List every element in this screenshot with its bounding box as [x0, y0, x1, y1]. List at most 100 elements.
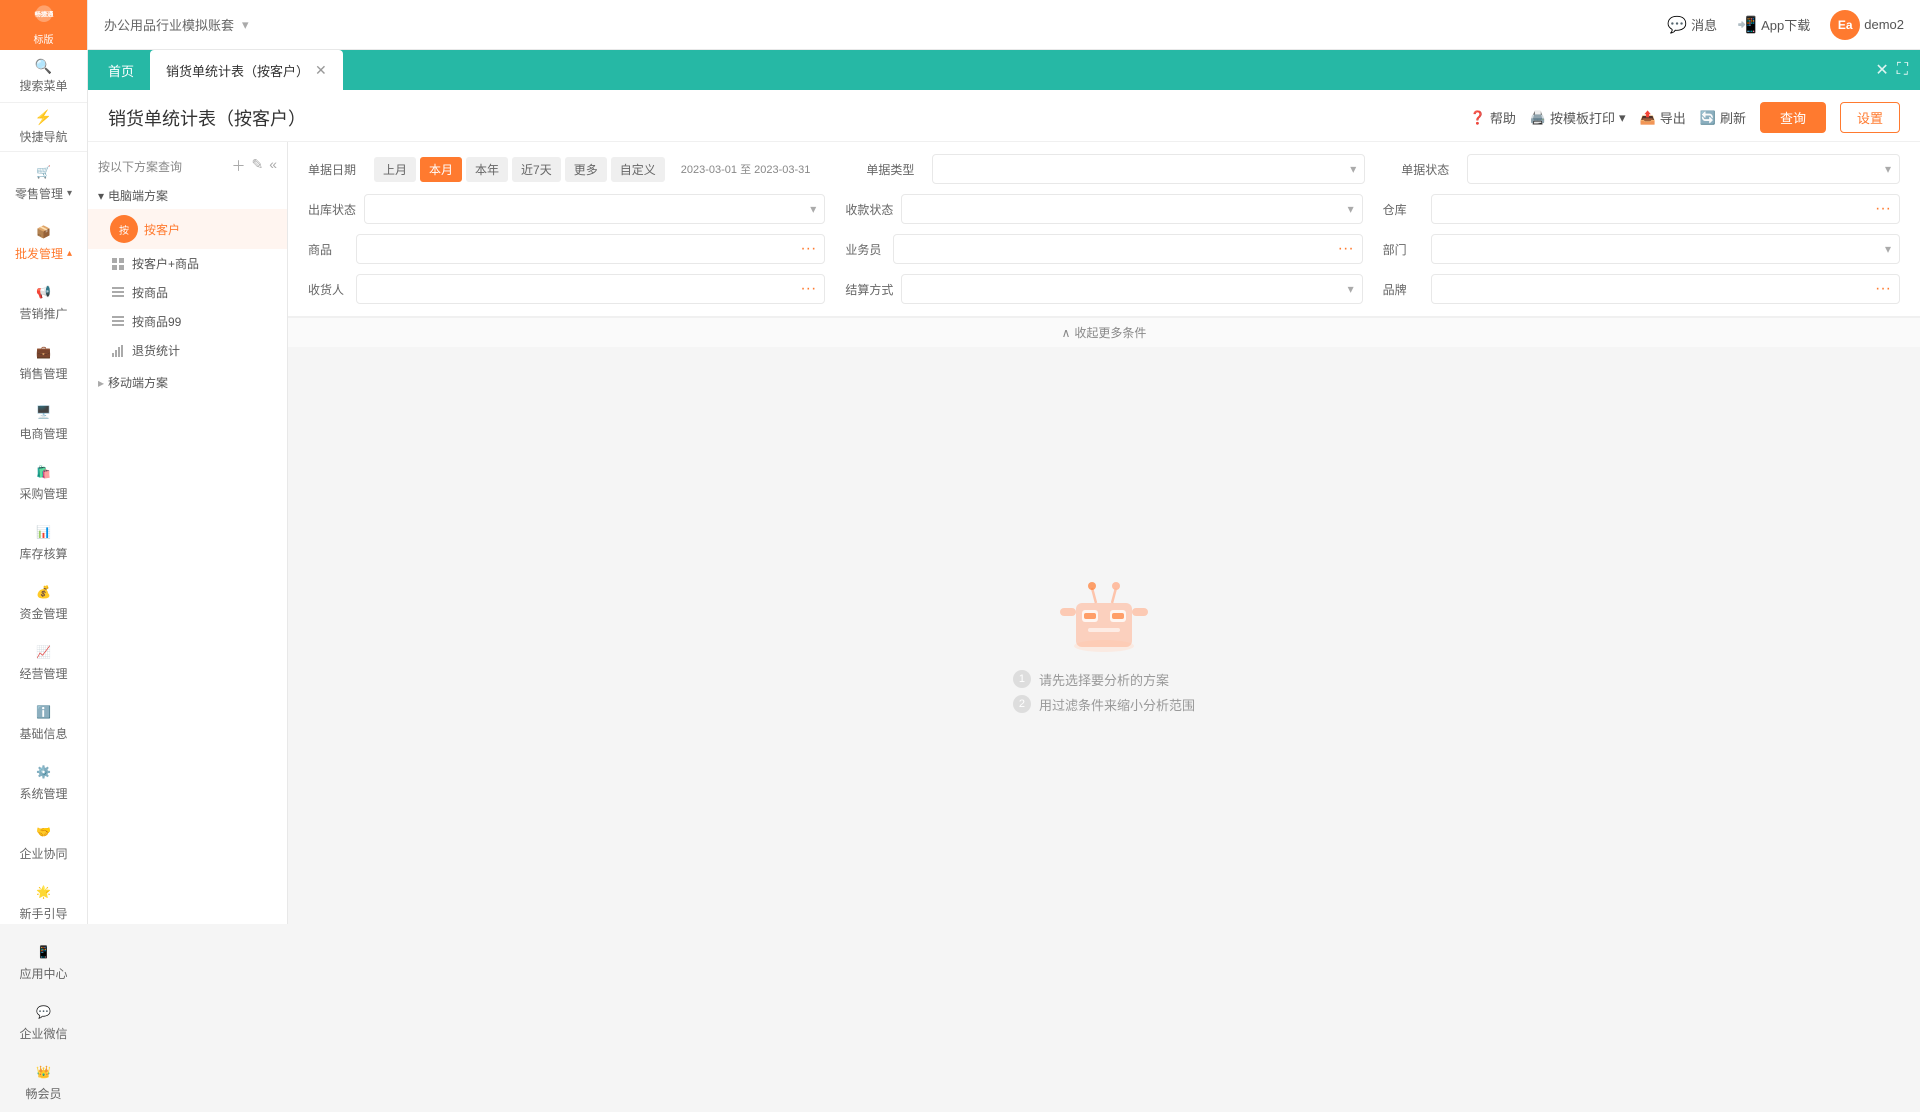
goods-cell: 商品 ···	[308, 234, 825, 264]
tab-bar: 首页 销货单统计表（按客户） ✕ ✕ ⛶	[88, 50, 1920, 90]
date-btn-this-year[interactable]: 本年	[466, 157, 508, 182]
empty-hint-2: 2 用过滤条件来缩小分析范围	[1013, 695, 1195, 714]
settlement-chevron-icon: ▾	[1348, 282, 1354, 296]
return-stats-icon	[110, 343, 126, 359]
brand-label: 品牌	[1383, 281, 1423, 298]
sidebar-item-inventory[interactable]: 📊 库存核算	[0, 512, 87, 572]
settings-btn[interactable]: 设置	[1840, 102, 1900, 133]
app-download-btn[interactable]: 📲 App下载	[1737, 15, 1810, 35]
empty-hint-1: 1 请先选择要分析的方案	[1013, 670, 1195, 689]
sidebar-item-ecommerce[interactable]: 🖥️ 电商管理	[0, 392, 87, 452]
date-btn-more[interactable]: 更多	[565, 157, 607, 182]
department-select[interactable]: ▾	[1431, 234, 1900, 264]
order-type-select[interactable]: ▾	[932, 154, 1365, 184]
settlement-select[interactable]: ▾	[901, 274, 1362, 304]
sidebar-item-marketing[interactable]: 📢 营销推广	[0, 272, 87, 332]
sidebar-item-enterprise[interactable]: 🤝 企业协同	[0, 812, 87, 872]
empty-state: 1 请先选择要分析的方案 2 用过滤条件来缩小分析范围	[288, 347, 1920, 924]
sidebar-item-basic[interactable]: ℹ️ 基础信息	[0, 692, 87, 752]
industry-label: 办公用品行业模拟账套	[104, 15, 234, 34]
receiver-select[interactable]: ···	[356, 274, 825, 304]
salesperson-select[interactable]: ···	[893, 234, 1362, 264]
scheme-item-by-goods-99[interactable]: 按商品99	[88, 307, 287, 336]
brand-cell: 品牌 ···	[1383, 274, 1900, 304]
enterprise-wechat-icon: 💬	[34, 1002, 54, 1022]
warehouse-label: 仓库	[1383, 201, 1423, 218]
sidebar-item-operation[interactable]: 📈 经营管理	[0, 632, 87, 692]
date-btn-last-7-days[interactable]: 近7天	[512, 157, 561, 182]
empty-hints: 1 请先选择要分析的方案 2 用过滤条件来缩小分析范围	[1013, 670, 1195, 714]
order-type-label: 单据类型	[866, 161, 916, 178]
filter-area: 单据日期 上月 本月 本年 近7天 更多 自定义 2023-03-01 至 20…	[288, 142, 1920, 317]
tab-close-btn[interactable]: ✕	[315, 62, 327, 79]
sidebar-item-quick-nav[interactable]: ⚡ 快捷导航	[0, 103, 87, 152]
header-right: 💬 消息 📲 App下载 Ea demo2	[1667, 10, 1904, 40]
sidebar-item-finance[interactable]: 💰 资金管理	[0, 572, 87, 632]
sidebar-item-search[interactable]: 🔍 搜索菜单	[0, 50, 87, 103]
industry-dropdown-btn[interactable]: ▾	[242, 17, 249, 33]
collapse-icon: ∧	[1062, 326, 1071, 340]
scheme-item-by-customer[interactable]: 按 按客户	[88, 209, 287, 249]
date-btn-last-month[interactable]: 上月	[374, 157, 416, 182]
receiver-dots-icon: ···	[800, 280, 816, 298]
order-status-select[interactable]: ▾	[1467, 154, 1900, 184]
filter-row-2: 出库状态 ▾ 收款状态 ▾ 仓库	[308, 194, 1900, 224]
out-status-select[interactable]: ▾	[364, 194, 825, 224]
sidebar-item-newbie[interactable]: 🌟 新手引导	[0, 872, 87, 932]
date-btn-custom[interactable]: 自定义	[611, 157, 665, 182]
tab-home[interactable]: 首页	[92, 50, 150, 90]
date-btn-this-month[interactable]: 本月	[420, 157, 462, 182]
avatar: Ea	[1830, 10, 1860, 40]
sidebar-item-sales[interactable]: 💼 销售管理	[0, 332, 87, 392]
query-btn[interactable]: 查询	[1760, 102, 1826, 133]
date-filter-row: 单据日期 上月 本月 本年 近7天 更多 自定义 2023-03-01 至 20…	[308, 154, 1900, 184]
tab-close-all-btn[interactable]: ✕	[1875, 60, 1888, 80]
help-btn[interactable]: ❓ 帮助	[1470, 108, 1516, 127]
ecommerce-icon: 🖥️	[34, 402, 54, 422]
sidebar-item-purchase[interactable]: 🛍️ 采购管理	[0, 452, 87, 512]
order-status-label: 单据状态	[1401, 161, 1451, 178]
collapse-bar[interactable]: ∧ 收起更多条件	[288, 317, 1920, 347]
sidebar-item-app-center[interactable]: 📱 应用中心	[0, 932, 87, 992]
edit-scheme-btn[interactable]: ✎	[251, 156, 263, 176]
scheme-group-mobile-header[interactable]: ▸ 移动端方案	[88, 369, 287, 396]
inventory-icon: 📊	[34, 522, 54, 542]
filter-row-4: 收货人 ··· 结算方式 ▾ 品牌	[308, 274, 1900, 304]
main-area: 办公用品行业模拟账套 ▾ 💬 消息 📲 App下载 Ea demo2 首页 销货…	[88, 0, 1920, 924]
message-btn[interactable]: 💬 消息	[1667, 15, 1717, 35]
sales-icon: 💼	[34, 342, 54, 362]
sidebar-item-member[interactable]: 👑 畅会员	[0, 1052, 87, 1112]
sidebar-item-enterprise-wechat[interactable]: 💬 企业微信	[0, 992, 87, 1052]
sidebar: 畅捷通 标版 🔍 搜索菜单 ⚡ 快捷导航 🛒 零售管理 ▾ 📦 批发管理 ▴ 📢…	[0, 0, 88, 924]
export-btn[interactable]: 📤 导出	[1640, 108, 1686, 127]
scheme-item-by-customer-goods[interactable]: 按客户+商品	[88, 249, 287, 278]
goods-select[interactable]: ···	[356, 234, 825, 264]
refresh-btn[interactable]: 🔄 刷新	[1700, 108, 1746, 127]
add-scheme-btn[interactable]: ＋	[231, 156, 245, 176]
tab-sales-stat[interactable]: 销货单统计表（按客户） ✕	[150, 50, 343, 90]
warehouse-cell: 仓库 ···	[1383, 194, 1900, 224]
sidebar-item-retail[interactable]: 🛒 零售管理 ▾	[0, 152, 87, 212]
scheme-item-return-stats[interactable]: 退货统计	[88, 336, 287, 365]
warehouse-select[interactable]: ···	[1431, 194, 1900, 224]
order-status-chevron-icon: ▾	[1885, 162, 1891, 176]
user-profile-btn[interactable]: Ea demo2	[1830, 10, 1904, 40]
empty-illustration	[1044, 558, 1164, 658]
receipt-status-select[interactable]: ▾	[901, 194, 1362, 224]
workspace: 按以下方案查询 ＋ ✎ « ▾ 电脑端方案 按 按客户	[88, 142, 1920, 924]
goods-dots-icon: ···	[800, 240, 816, 258]
sidebar-item-wholesale[interactable]: 📦 批发管理 ▴	[0, 212, 87, 272]
scheme-item-by-goods[interactable]: 按商品	[88, 278, 287, 307]
scheme-group-pc-header[interactable]: ▾ 电脑端方案	[88, 182, 287, 209]
scheme-group-mobile: ▸ 移动端方案	[88, 369, 287, 396]
header-left: 办公用品行业模拟账套 ▾	[104, 15, 249, 34]
marketing-icon: 📢	[34, 282, 54, 302]
tab-maximize-btn[interactable]: ⛶	[1897, 61, 1908, 79]
template-print-btn[interactable]: 🖨️ 按模板打印 ▾	[1530, 108, 1626, 127]
collapse-panel-btn[interactable]: «	[269, 156, 277, 176]
brand-select[interactable]: ···	[1431, 274, 1900, 304]
scheme-group-pc-arrow: ▾	[98, 189, 104, 203]
sidebar-item-system[interactable]: ⚙️ 系统管理	[0, 752, 87, 812]
hint-num-1: 1	[1013, 670, 1031, 688]
message-icon: 💬	[1667, 15, 1687, 35]
